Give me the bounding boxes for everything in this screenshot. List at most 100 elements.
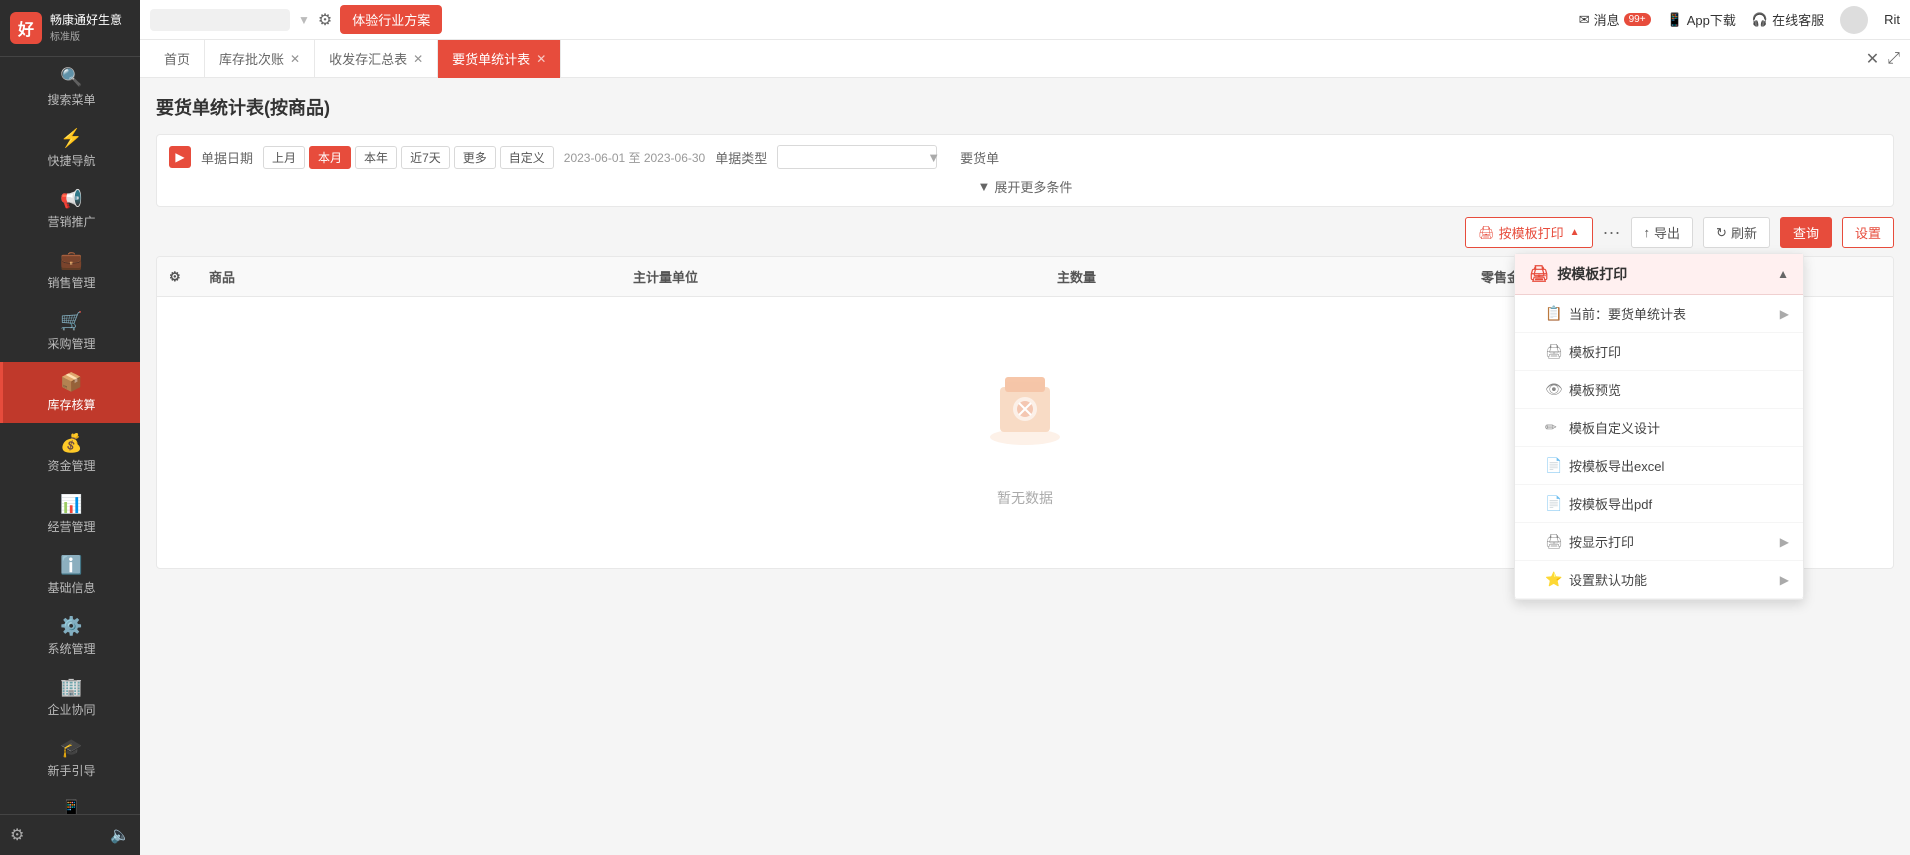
prev-month-btn[interactable]: 上月 [263, 146, 305, 169]
sidebar-item-quick-nav[interactable]: ⚡ 快捷导航 [0, 118, 140, 179]
tab-order-stats-label: 要货单统计表 [452, 49, 530, 68]
more-dates-btn[interactable]: 更多 [454, 146, 496, 169]
default-func-arrow: ▶ [1780, 573, 1789, 587]
expand-filter-btn[interactable]: ▼ 展开更多条件 [978, 177, 1073, 196]
dropdown-template-design[interactable]: ✏ 模板自定义设计 [1515, 409, 1803, 447]
sidebar-nav: 🔍 搜索菜单 ⚡ 快捷导航 📢 营销推广 💼 销售管理 🛒 采购管理 📦 库存核… [0, 57, 140, 814]
close-window-btn[interactable]: ✕ [1866, 49, 1879, 69]
query-btn[interactable]: 查询 [1780, 217, 1832, 248]
current-month-btn[interactable]: 本月 [309, 146, 351, 169]
dropdown-header[interactable]: 🖨 按模板打印 ▲ [1515, 254, 1803, 295]
settings-btn[interactable]: 设置 [1842, 217, 1894, 248]
date-filter-label: 单据日期 [201, 148, 253, 167]
date-filter-btns: 上月 本月 本年 近7天 更多 自定义 [263, 146, 554, 169]
online-service-label: 在线客服 [1772, 10, 1824, 29]
sidebar-item-marketing[interactable]: 📢 营销推广 [0, 179, 140, 240]
filter-toggle-btn[interactable]: ▶ [169, 146, 191, 168]
dropdown-current-item[interactable]: 📋 当前：要货单统计表 ▶ [1515, 295, 1803, 333]
display-print-label: 按显示打印 [1569, 532, 1634, 551]
avatar[interactable] [1840, 6, 1868, 34]
tab-receipt-summary-close[interactable]: ✕ [413, 52, 423, 66]
top-bar-left: ▼ ⚙ 体验行业方案 [150, 5, 442, 34]
dropdown-template-export-pdf[interactable]: 📄 按模板导出pdf [1515, 485, 1803, 523]
app-name: 畅康通好生意 [50, 13, 122, 29]
sidebar-item-label: 企业协同 [47, 701, 95, 718]
template-pdf-icon: 📄 [1545, 495, 1561, 512]
settings-bottom-icon[interactable]: ⚙ [10, 825, 24, 845]
custom-dates-btn[interactable]: 自定义 [500, 146, 554, 169]
tab-inventory-batch-label: 库存批次账 [219, 49, 284, 68]
sidebar-item-finance[interactable]: 💰 资金管理 [0, 423, 140, 484]
briefcase-icon: 💼 [60, 250, 82, 271]
export-icon: ↑ [1644, 225, 1651, 240]
export-label: 导出 [1654, 223, 1680, 242]
sidebar-item-label: 采购管理 [47, 335, 95, 352]
sidebar-item-app-center[interactable]: 📱 应用中心 [0, 789, 140, 814]
tab-home[interactable]: 首页 [150, 40, 205, 78]
sidebar-item-purchase[interactable]: 🛒 采购管理 [0, 301, 140, 362]
print-btn[interactable]: 🖨 按模板打印 ▲ [1465, 217, 1592, 248]
sidebar-item-system[interactable]: ⚙️ 系统管理 [0, 606, 140, 667]
sidebar-item-inventory[interactable]: 📦 库存核算 [0, 362, 140, 423]
expand-label: 展开更多条件 [994, 177, 1072, 196]
tab-receipt-summary[interactable]: 收发存汇总表 ✕ [315, 40, 438, 78]
th-settings[interactable]: ⚙ [157, 269, 197, 285]
dropdown-template-export-excel[interactable]: 📄 按模板导出excel [1515, 447, 1803, 485]
app-download-btn[interactable]: 📱 App下载 [1667, 10, 1736, 29]
settings-gear-icon[interactable]: ⚙ [318, 10, 332, 30]
sidebar-item-operations[interactable]: 📊 经营管理 [0, 484, 140, 545]
template-design-label: 模板自定义设计 [1569, 418, 1660, 437]
date-range-display: 2023-06-01 至 2023-06-30 [564, 149, 705, 166]
dropdown-template-print[interactable]: 🖨 模板打印 [1515, 333, 1803, 371]
display-print-icon: 🖨 [1545, 533, 1561, 550]
refresh-label: 刷新 [1731, 223, 1757, 242]
headset-icon: 🎧 [1752, 12, 1768, 28]
tab-inventory-batch[interactable]: 库存批次账 ✕ [205, 40, 315, 78]
sidebar-item-base-info[interactable]: ℹ️ 基础信息 [0, 545, 140, 606]
refresh-btn[interactable]: ↻ 刷新 [1703, 217, 1770, 248]
sidebar-item-newbie[interactable]: 🎓 新手引导 [0, 728, 140, 789]
th-quantity: 主数量 [1045, 267, 1469, 286]
template-design-icon: ✏ [1545, 419, 1561, 436]
dropdown-display-print[interactable]: 🖨 按显示打印 ▶ [1515, 523, 1803, 561]
message-label: 消息 [1594, 10, 1620, 29]
type-filter-select[interactable] [777, 145, 937, 169]
dropdown-default-func[interactable]: ⭐ 设置默认功能 ▶ [1515, 561, 1803, 599]
printer-icon: 🖨 [1478, 225, 1495, 241]
sidebar-item-label: 销售管理 [47, 274, 95, 291]
sidebar-item-label: 资金管理 [47, 457, 95, 474]
template-print-icon: 🖨 [1545, 343, 1561, 360]
tab-receipt-summary-label: 收发存汇总表 [329, 49, 407, 68]
sidebar-item-label: 搜索菜单 [47, 91, 95, 108]
message-badge: 99+ [1624, 13, 1651, 26]
speaker-icon[interactable]: 🔈 [110, 825, 130, 845]
current-template-icon: 📋 [1545, 305, 1561, 322]
export-btn[interactable]: ↑ 导出 [1631, 217, 1694, 248]
dropdown-template-preview[interactable]: 👁 模板预览 [1515, 371, 1803, 409]
template-preview-label: 模板预览 [1569, 380, 1621, 399]
current-template-label: 当前：要货单统计表 [1569, 304, 1686, 323]
dropdown-collapse-icon[interactable]: ▲ [1777, 267, 1789, 281]
info-icon: ℹ️ [60, 555, 82, 576]
current-year-btn[interactable]: 本年 [355, 146, 397, 169]
tab-order-stats-close[interactable]: ✕ [536, 52, 546, 66]
default-func-label: 设置默认功能 [1569, 570, 1647, 589]
more-options-icon[interactable]: ··· [1603, 222, 1621, 243]
tab-inventory-batch-close[interactable]: ✕ [290, 52, 300, 66]
sidebar-item-search[interactable]: 🔍 搜索菜单 [0, 57, 140, 118]
tab-order-stats[interactable]: 要货单统计表 ✕ [438, 40, 561, 78]
sidebar-item-sales[interactable]: 💼 销售管理 [0, 240, 140, 301]
trial-btn[interactable]: 体验行业方案 [340, 5, 442, 34]
app-download-label: App下载 [1687, 10, 1736, 29]
mobile-icon: 📱 [60, 799, 82, 814]
last7days-btn[interactable]: 近7天 [401, 146, 450, 169]
online-service-btn[interactable]: 🎧 在线客服 [1752, 10, 1824, 29]
graduation-icon: 🎓 [60, 738, 82, 759]
sidebar-item-enterprise[interactable]: 🏢 企业协同 [0, 667, 140, 728]
template-preview-icon: 👁 [1545, 381, 1561, 398]
message-btn[interactable]: ✉ 消息 99+ [1579, 10, 1651, 29]
tabs-bar: 首页 库存批次账 ✕ 收发存汇总表 ✕ 要货单统计表 ✕ ✕ ⤢ [140, 40, 1910, 78]
tabs-window-controls: ✕ ⤢ [1866, 49, 1900, 69]
maximize-window-btn[interactable]: ⤢ [1887, 50, 1900, 68]
search-input[interactable] [150, 9, 290, 31]
